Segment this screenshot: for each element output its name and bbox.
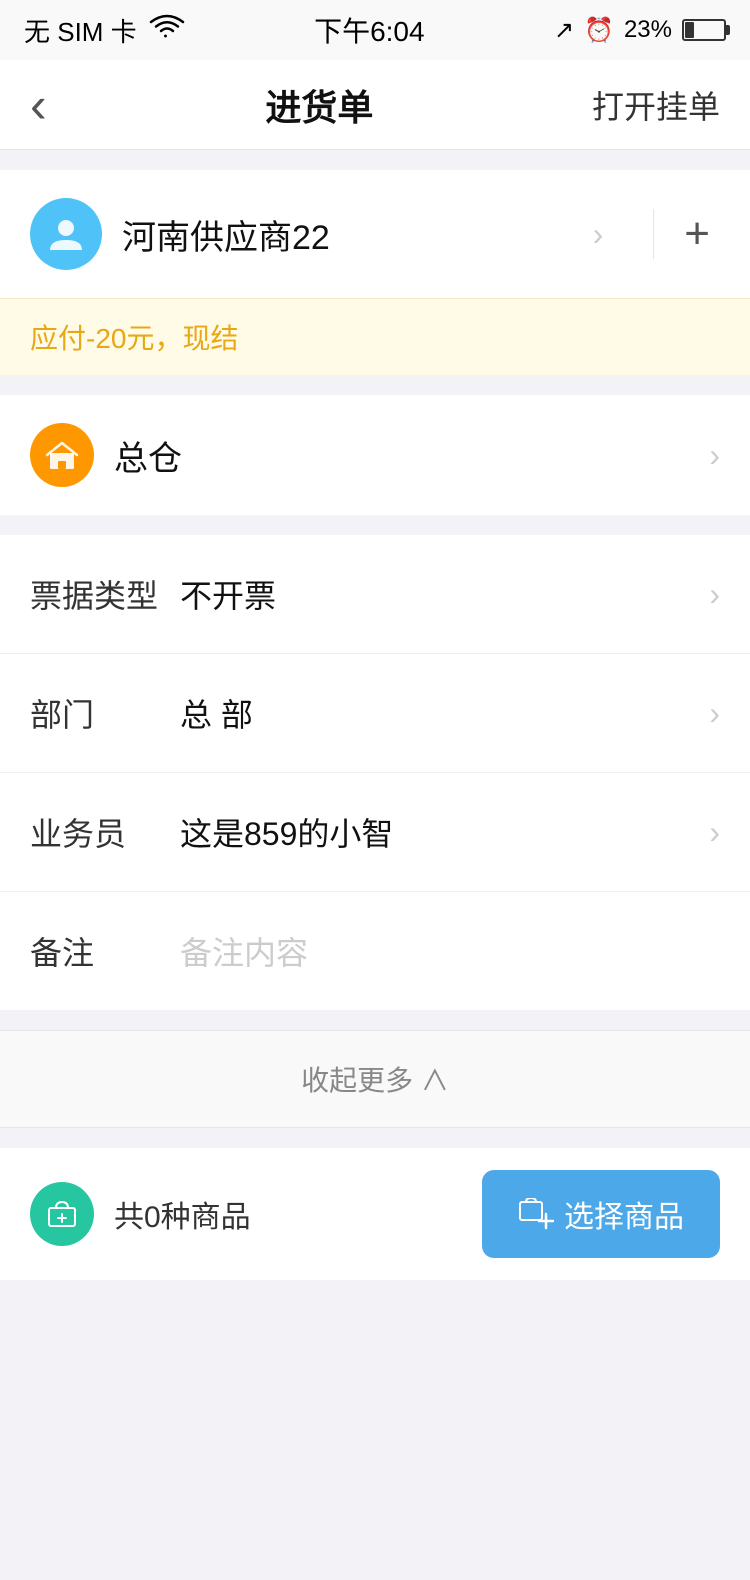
bottom-area — [0, 1280, 750, 1580]
remark-label: 备注 — [30, 928, 160, 974]
carrier-label: 无 SIM 卡 — [24, 12, 137, 49]
product-icon — [30, 1182, 94, 1246]
salesman-value: 这是859的小智 — [180, 809, 699, 855]
wifi-icon — [149, 14, 185, 47]
status-right: ↗ ⏰ 23% — [554, 16, 726, 45]
bill-type-label: 票据类型 — [30, 571, 160, 617]
page-title: 进货单 — [265, 79, 373, 131]
add-button[interactable]: + — [674, 209, 720, 259]
select-product-label: 选择商品 — [564, 1192, 684, 1236]
open-pending-button[interactable]: 打开挂单 — [592, 82, 720, 128]
product-count-label: 共0种商品 — [114, 1192, 482, 1236]
time-label: 下午6:04 — [314, 10, 425, 50]
location-icon: ↗ — [554, 16, 574, 45]
supplier-name: 河南供应商22 — [122, 210, 593, 259]
nav-bar: ‹ 进货单 打开挂单 — [0, 60, 750, 150]
bill-type-row[interactable]: 票据类型 不开票 › — [0, 535, 750, 654]
remark-row[interactable]: 备注 备注内容 — [0, 892, 750, 1010]
notice-text: 应付-20元，现结 — [30, 323, 238, 354]
salesman-row[interactable]: 业务员 这是859的小智 › — [0, 773, 750, 892]
warehouse-icon — [30, 423, 94, 487]
battery-label: 23% — [624, 16, 672, 44]
alarm-icon: ⏰ — [584, 16, 614, 45]
form-section: 票据类型 不开票 › 部门 总 部 › 业务员 这是859的小智 › 备注 备注… — [0, 535, 750, 1010]
supplier-avatar — [30, 198, 102, 270]
collapse-label: 收起更多 ∧ — [301, 1059, 449, 1099]
notice-bar: 应付-20元，现结 — [0, 298, 750, 375]
bill-type-value: 不开票 — [180, 571, 699, 617]
warehouse-name: 总仓 — [114, 431, 699, 480]
dept-value: 总 部 — [180, 690, 699, 736]
bill-type-chevron-icon: › — [709, 576, 720, 613]
supplier-row[interactable]: 河南供应商22 › + — [0, 170, 750, 298]
back-button[interactable]: ‹ — [30, 76, 47, 134]
salesman-chevron-icon: › — [709, 814, 720, 851]
status-left: 无 SIM 卡 — [24, 12, 185, 49]
product-footer: 共0种商品 选择商品 — [0, 1148, 750, 1280]
warehouse-chevron-icon: › — [709, 437, 720, 474]
section-gap-1 — [0, 150, 750, 170]
collapse-row[interactable]: 收起更多 ∧ — [0, 1030, 750, 1128]
salesman-label: 业务员 — [30, 809, 160, 855]
dept-label: 部门 — [30, 690, 160, 736]
divider — [653, 209, 654, 259]
status-bar: 无 SIM 卡 下午6:04 ↗ ⏰ 23% — [0, 0, 750, 60]
warehouse-section[interactable]: 总仓 › — [0, 395, 750, 515]
remark-input[interactable]: 备注内容 — [180, 928, 720, 974]
select-product-button[interactable]: 选择商品 — [482, 1170, 720, 1258]
supplier-chevron-icon: › — [593, 216, 604, 253]
battery-icon — [682, 19, 726, 41]
dept-chevron-icon: › — [709, 695, 720, 732]
supplier-section: 河南供应商22 › + 应付-20元，现结 — [0, 170, 750, 375]
dept-row[interactable]: 部门 总 部 › — [0, 654, 750, 773]
